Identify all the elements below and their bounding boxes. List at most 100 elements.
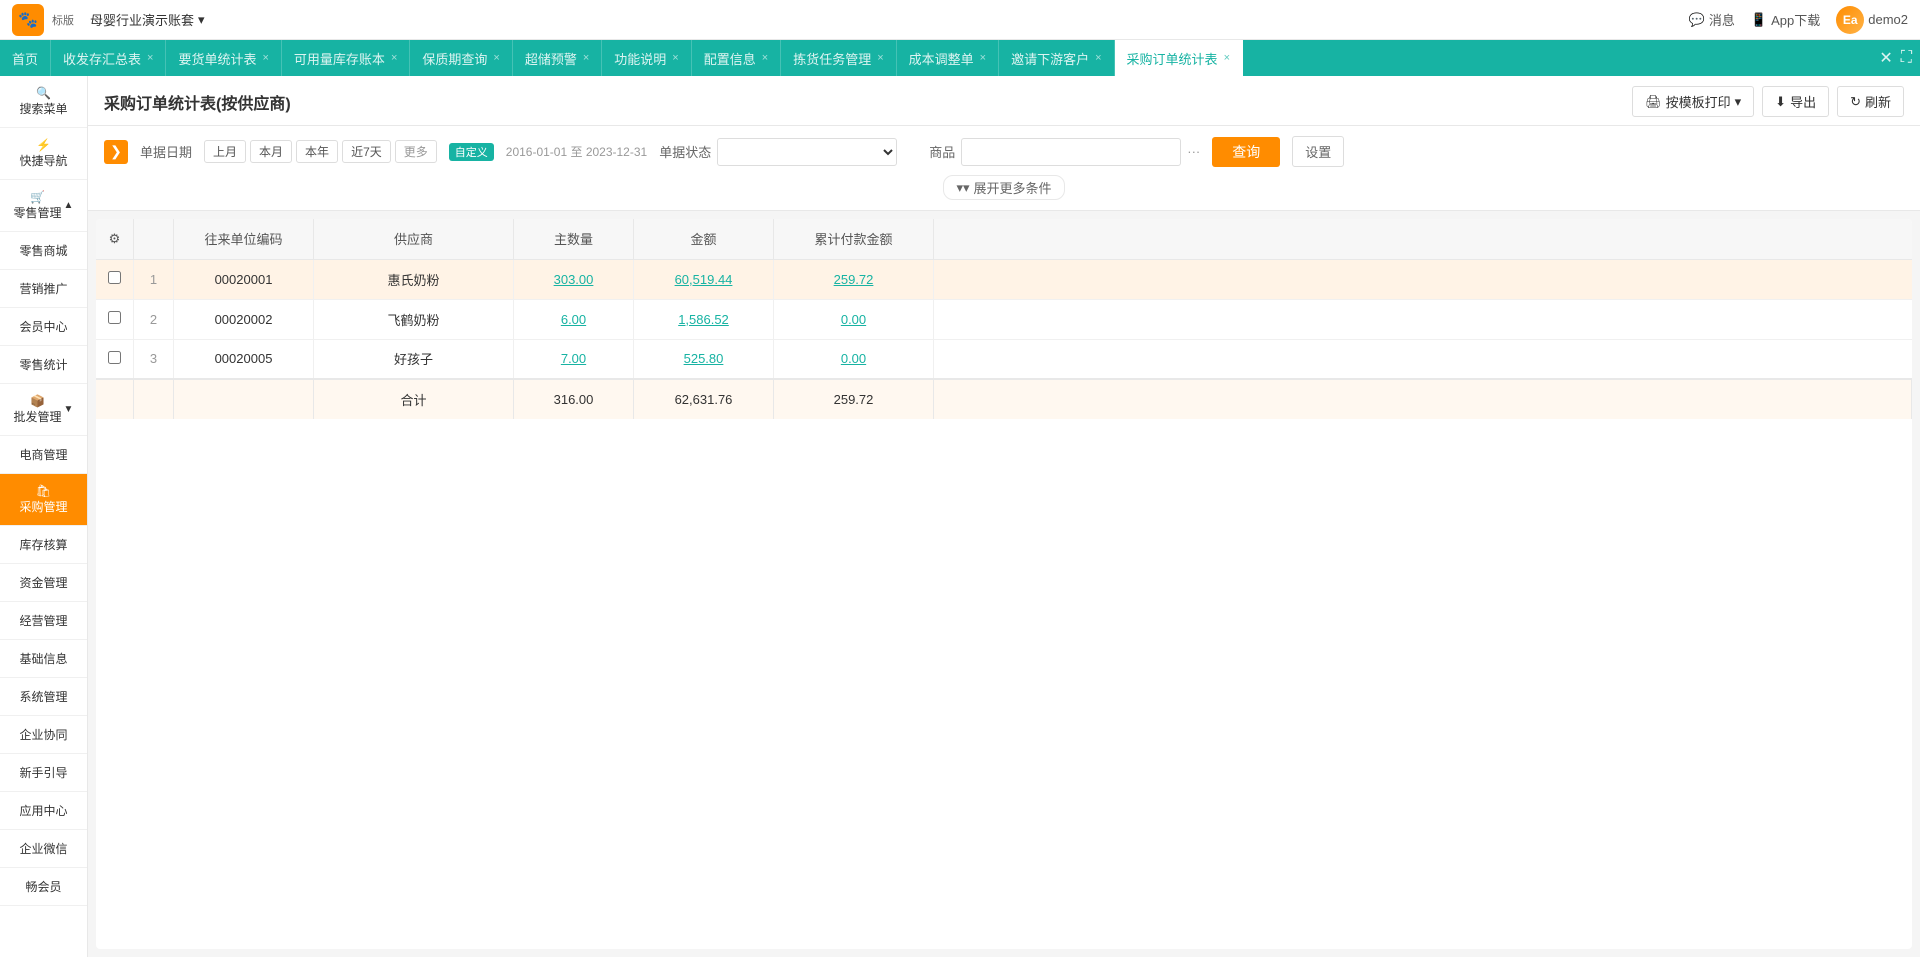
td-checkbox[interactable] (96, 259, 134, 299)
th-supplier: 供应商 (314, 219, 514, 259)
tab-pick-task[interactable]: 拣货任务管理 × (781, 40, 896, 76)
tab-invite-downstream-close[interactable]: × (1095, 52, 1101, 64)
td-amount[interactable]: 525.80 (634, 339, 774, 379)
tab-config-info-close[interactable]: × (762, 52, 768, 64)
table-row: 2 00020002 飞鹤奶粉 6.00 1,586.52 0.00 (96, 299, 1912, 339)
tab-pick-task-close[interactable]: × (877, 52, 883, 64)
custom-date-badge[interactable]: 自定义 (449, 143, 494, 161)
tab-expiry-query-label: 保质期查询 (422, 49, 487, 68)
filter-bar: ❯ 单据日期 上月 本月 本年 近7天 更多 自定义 2016-01-01 至 … (88, 126, 1920, 211)
td-qty[interactable]: 6.00 (514, 299, 634, 339)
goods-search-input[interactable] (961, 138, 1181, 166)
sidebar-item-retail-mall[interactable]: 零售商城 (0, 232, 87, 270)
app-download-btn[interactable]: 📱 App下载 (1751, 10, 1820, 29)
filter-toggle-button[interactable]: ❯ (104, 140, 128, 164)
date-chip-7days[interactable]: 近7天 (342, 140, 391, 163)
tab-collect-summary-close[interactable]: × (147, 52, 153, 64)
tab-overstock-warning[interactable]: 超储预警 × (513, 40, 602, 76)
user-menu-btn[interactable]: Ea demo2 (1836, 6, 1908, 34)
message-btn[interactable]: 💬 消息 (1689, 10, 1735, 29)
tab-expiry-query[interactable]: 保质期查询 × (410, 40, 512, 76)
sidebar-item-search[interactable]: 🔍 搜索菜单 (0, 76, 87, 128)
th-settings[interactable]: ⚙ (96, 219, 134, 259)
tab-available-stock-close[interactable]: × (391, 52, 397, 64)
workspace-selector[interactable]: 母婴行业演示账套 ▾ (82, 6, 213, 33)
sidebar-item-finance[interactable]: 资金管理 (0, 564, 87, 602)
td-code: 00020005 (174, 339, 314, 379)
tab-cost-adjust-close[interactable]: × (980, 52, 986, 64)
tab-purchase-summary-close[interactable]: × (1224, 52, 1230, 64)
sidebar-item-retail-stats[interactable]: 零售统计 (0, 346, 87, 384)
row-checkbox[interactable] (108, 311, 121, 324)
page-actions: 🖨 按模板打印 ▾ ⬇ 导出 ↻ 刷新 (1632, 86, 1904, 117)
sidebar-item-quick-nav[interactable]: ⚡ 快捷导航 (0, 128, 87, 180)
template-print-button[interactable]: 🖨 按模板打印 ▾ (1632, 86, 1754, 117)
sidebar-item-wholesale[interactable]: 📦 批发管理 ▼ (0, 384, 87, 436)
tab-expiry-query-close[interactable]: × (493, 52, 499, 64)
td-amount[interactable]: 60,519.44 (634, 259, 774, 299)
export-button[interactable]: ⬇ 导出 (1762, 86, 1829, 117)
sidebar-item-member[interactable]: 会员中心 (0, 308, 87, 346)
row-checkbox[interactable] (108, 271, 121, 284)
sidebar-item-ecommerce[interactable]: 电商管理 (0, 436, 87, 474)
filter-row: ❯ 单据日期 上月 本月 本年 近7天 更多 自定义 2016-01-01 至 … (104, 136, 1904, 167)
query-button[interactable]: 查询 (1212, 137, 1280, 167)
tab-demand-summary-close[interactable]: × (262, 52, 268, 64)
expand-more-row: ▾▾ 展开更多条件 (104, 175, 1904, 200)
tab-maximize-icon[interactable]: ⛶ (1901, 49, 1912, 67)
td-paid[interactable]: 0.00 (774, 339, 934, 379)
sidebar-item-app-center[interactable]: 应用中心 (0, 792, 87, 830)
table-row: 1 00020001 惠氏奶粉 303.00 60,519.44 259.72 (96, 259, 1912, 299)
td-qty[interactable]: 303.00 (514, 259, 634, 299)
status-select[interactable] (717, 138, 897, 166)
sidebar-item-vip[interactable]: 畅会员 (0, 868, 87, 906)
td-checkbox[interactable] (96, 339, 134, 379)
sidebar-item-inventory[interactable]: 库存核算 (0, 526, 87, 564)
tab-function-desc-close[interactable]: × (672, 52, 678, 64)
sidebar-item-basic-info[interactable]: 基础信息 (0, 640, 87, 678)
sidebar-item-marketing[interactable]: 营销推广 (0, 270, 87, 308)
tab-overstock-warning-close[interactable]: × (583, 52, 589, 64)
th-qty: 主数量 (514, 219, 634, 259)
tab-invite-downstream-label: 邀请下游客户 (1011, 49, 1089, 68)
sidebar-item-enterprise-wechat[interactable]: 企业微信 (0, 830, 87, 868)
date-chip-this-month[interactable]: 本月 (250, 140, 292, 163)
tab-cost-adjust[interactable]: 成本调整单 × (897, 40, 999, 76)
td-paid[interactable]: 0.00 (774, 299, 934, 339)
tab-close-all-icon[interactable]: ✕ (1879, 48, 1892, 68)
tab-config-info[interactable]: 配置信息 × (692, 40, 781, 76)
goods-more-icon[interactable]: ··· (1187, 144, 1200, 159)
row-checkbox[interactable] (108, 351, 121, 364)
settings-button[interactable]: 设置 (1292, 136, 1344, 167)
td-paid[interactable]: 259.72 (774, 259, 934, 299)
expand-more-button[interactable]: ▾▾ 展开更多条件 (943, 175, 1064, 200)
table-body: 1 00020001 惠氏奶粉 303.00 60,519.44 259.72 … (96, 259, 1912, 379)
td-amount[interactable]: 1,586.52 (634, 299, 774, 339)
sidebar-item-retail[interactable]: 🛒 零售管理 ▲ (0, 180, 87, 232)
td-qty[interactable]: 7.00 (514, 339, 634, 379)
td-supplier: 惠氏奶粉 (314, 259, 514, 299)
page-title: 采购订单统计表(按供应商) (104, 90, 291, 114)
tab-collect-summary[interactable]: 收发存汇总表 × (51, 40, 166, 76)
td-checkbox[interactable] (96, 299, 134, 339)
sidebar-item-new-guide[interactable]: 新手引导 (0, 754, 87, 792)
sidebar-item-system[interactable]: 系统管理 (0, 678, 87, 716)
sidebar-item-enterprise-collab[interactable]: 企业协同 (0, 716, 87, 754)
tab-function-desc[interactable]: 功能说明 × (602, 40, 691, 76)
date-chip-more[interactable]: 更多 (395, 140, 437, 163)
sidebar-item-operation[interactable]: 经营管理 (0, 602, 87, 640)
refresh-button[interactable]: ↻ 刷新 (1837, 86, 1904, 117)
date-range-text: 2016-01-01 至 2023-12-31 (506, 143, 647, 160)
date-chip-this-year[interactable]: 本年 (296, 140, 338, 163)
date-chip-last-month[interactable]: 上月 (204, 140, 246, 163)
table-row: 3 00020005 好孩子 7.00 525.80 0.00 (96, 339, 1912, 379)
tab-available-stock[interactable]: 可用量库存账本 × (282, 40, 410, 76)
goods-filter-container: 商品 ··· (929, 138, 1200, 166)
tab-home[interactable]: 首页 (0, 40, 51, 76)
tab-purchase-summary[interactable]: 采购订单统计表 × (1115, 40, 1243, 76)
tab-invite-downstream[interactable]: 邀请下游客户 × (999, 40, 1114, 76)
tab-demand-summary[interactable]: 要货单统计表 × (166, 40, 281, 76)
table-container: ⚙ 往来单位编码 供应商 主数量 金额 累计付款金额 1 00020001 惠氏… (96, 219, 1912, 949)
sidebar-item-purchase[interactable]: 🛍 采购管理 (0, 474, 87, 526)
printer-icon: 🖨 (1645, 94, 1662, 110)
